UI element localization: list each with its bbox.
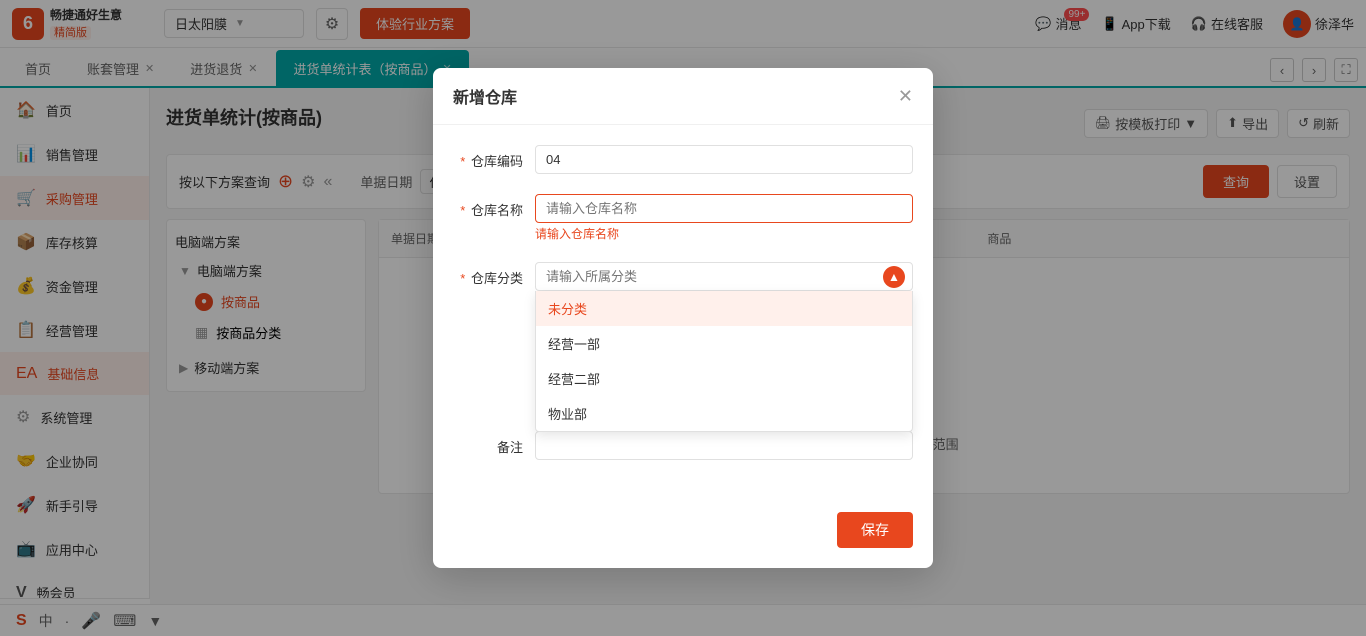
modal-body: * 仓库编码 * 仓库名称 请输入仓库名称: [433, 125, 933, 500]
form-row-category: * 仓库分类 ▲ 未分类 经营一部 经营二部 物业部: [453, 262, 913, 291]
req-star-category: *: [460, 271, 465, 286]
modal-close-button[interactable]: ✕: [898, 87, 913, 105]
name-control: 请输入仓库名称: [535, 194, 913, 242]
category-control: ▲ 未分类 经营一部 经营二部 物业部: [535, 262, 913, 291]
code-label: * 仓库编码: [453, 145, 523, 170]
warehouse-name-input[interactable]: [535, 194, 913, 223]
modal-header: 新增仓库 ✕: [433, 68, 933, 125]
modal-title: 新增仓库: [453, 84, 517, 108]
category-option-dept1[interactable]: 经营一部: [536, 326, 912, 361]
modal-footer: 保存: [433, 500, 933, 568]
category-option-uncategorized[interactable]: 未分类: [536, 291, 912, 326]
modal-new-warehouse: 新增仓库 ✕ * 仓库编码 * 仓库名称: [433, 68, 933, 568]
note-label: 备注: [453, 431, 523, 456]
note-input[interactable]: [535, 431, 913, 460]
code-control: [535, 145, 913, 174]
category-option-property[interactable]: 物业部: [536, 396, 912, 431]
save-button[interactable]: 保存: [837, 512, 913, 548]
req-star-code: *: [460, 154, 465, 169]
name-label: * 仓库名称: [453, 194, 523, 219]
name-error-msg: 请输入仓库名称: [535, 225, 913, 242]
category-dropdown-list: 未分类 经营一部 经营二部 物业部: [535, 291, 913, 432]
category-input[interactable]: [535, 262, 913, 291]
warehouse-code-input[interactable]: [535, 145, 913, 174]
note-control: [535, 431, 913, 460]
category-label: * 仓库分类: [453, 262, 523, 287]
form-row-code: * 仓库编码: [453, 145, 913, 174]
form-row-note: 备注: [453, 431, 913, 460]
modal-overlay: 新增仓库 ✕ * 仓库编码 * 仓库名称: [0, 0, 1366, 636]
form-row-name: * 仓库名称 请输入仓库名称: [453, 194, 913, 242]
req-star-name: *: [460, 203, 465, 218]
category-option-dept2[interactable]: 经营二部: [536, 361, 912, 396]
category-arrow-icon[interactable]: ▲: [883, 266, 905, 288]
